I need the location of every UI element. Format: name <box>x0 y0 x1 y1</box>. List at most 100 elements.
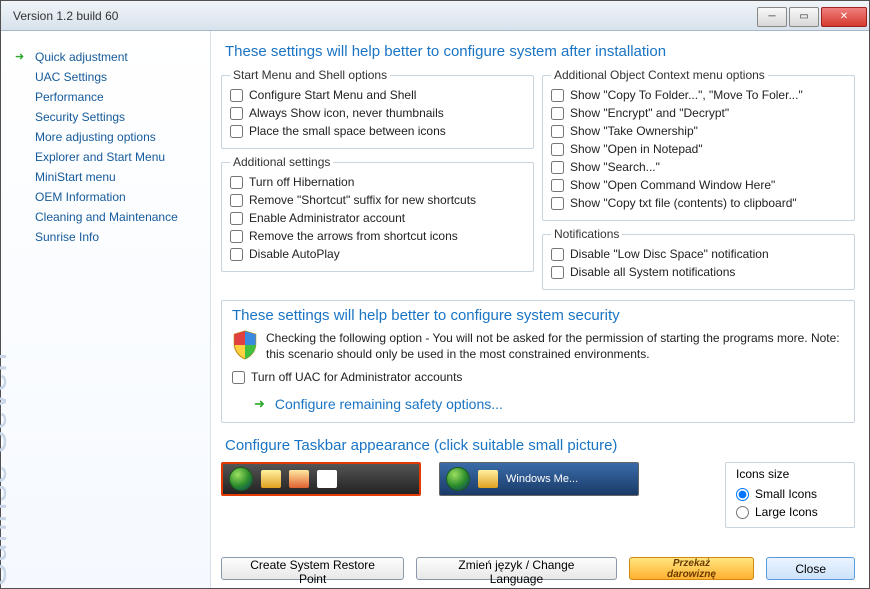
checkbox-startmenu-1[interactable]: Always Show icon, never thumbnails <box>230 104 525 122</box>
checkbox-addset-3[interactable]: Remove the arrows from shortcut icons <box>230 227 525 245</box>
window-title: Version 1.2 build 60 <box>1 9 757 23</box>
group-context-menu: Additional Object Context menu options S… <box>542 68 855 221</box>
checkbox-addset-4[interactable]: Disable AutoPlay <box>230 245 525 263</box>
checkbox-addset-4-label: Disable AutoPlay <box>249 247 340 261</box>
checkbox-uac-label: Turn off UAC for Administrator accounts <box>251 370 462 384</box>
checkbox-startmenu-0-input[interactable] <box>230 89 243 102</box>
security-info-text: Checking the following option - You will… <box>266 330 844 362</box>
sidebar-item-cleaning-and-maintenance[interactable]: Cleaning and Maintenance <box>1 207 210 227</box>
checkbox-uac[interactable]: Turn off UAC for Administrator accounts <box>232 368 844 386</box>
minimize-button[interactable]: ─ <box>757 7 787 27</box>
checkbox-ctx-6[interactable]: Show "Copy txt file (contents) to clipbo… <box>551 194 846 212</box>
group-additional-settings: Additional settings Turn off Hibernation… <box>221 155 534 272</box>
checkbox-notif-0-input[interactable] <box>551 248 564 261</box>
section-heading-taskbar: Configure Taskbar appearance (click suit… <box>225 437 851 454</box>
checkbox-addset-4-input[interactable] <box>230 248 243 261</box>
checkbox-addset-1-label: Remove "Shortcut" suffix for new shortcu… <box>249 193 476 207</box>
checkbox-ctx-3[interactable]: Show "Open in Notepad" <box>551 140 846 158</box>
radio-large-icons[interactable]: Large Icons <box>736 503 844 521</box>
checkbox-startmenu-1-label: Always Show icon, never thumbnails <box>249 106 444 120</box>
group-additional-settings-legend: Additional settings <box>230 155 333 169</box>
checkbox-ctx-4[interactable]: Show "Search..." <box>551 158 846 176</box>
sidebar-item-more-adjusting-options[interactable]: More adjusting options <box>1 127 210 147</box>
checkbox-notif-1-input[interactable] <box>551 266 564 279</box>
group-notifications-legend: Notifications <box>551 227 622 241</box>
brand-text: Sunrise Seven <box>0 352 15 586</box>
radio-large-icons-input[interactable] <box>736 506 749 519</box>
sidebar-item-security-settings[interactable]: Security Settings <box>1 107 210 127</box>
checkbox-ctx-1-label: Show "Encrypt" and "Decrypt" <box>570 106 729 120</box>
checkbox-ctx-0[interactable]: Show "Copy To Folder...", "Move To Foler… <box>551 86 846 104</box>
checkbox-ctx-0-input[interactable] <box>551 89 564 102</box>
checkbox-notif-1[interactable]: Disable all System notifications <box>551 263 846 281</box>
checkbox-addset-2-input[interactable] <box>230 212 243 225</box>
radio-small-icons[interactable]: Small Icons <box>736 485 844 503</box>
checkbox-notif-1-label: Disable all System notifications <box>570 265 735 279</box>
checkbox-ctx-2-label: Show "Take Ownership" <box>570 124 698 138</box>
configure-safety-label: Configure remaining safety options... <box>275 396 503 412</box>
taskbar-sample-icon <box>261 470 281 488</box>
change-language-button[interactable]: Zmień język / Change Language <box>416 557 616 580</box>
checkbox-ctx-3-label: Show "Open in Notepad" <box>570 142 703 156</box>
taskbar-picture-small[interactable] <box>221 462 421 496</box>
section-heading-security: These settings will help better to confi… <box>232 307 844 324</box>
checkbox-addset-0-input[interactable] <box>230 176 243 189</box>
checkbox-startmenu-1-input[interactable] <box>230 107 243 120</box>
checkbox-startmenu-2[interactable]: Place the small space between icons <box>230 122 525 140</box>
section-security: These settings will help better to confi… <box>221 300 855 423</box>
radio-large-icons-label: Large Icons <box>755 505 818 519</box>
sidebar-item-sunrise-info[interactable]: Sunrise Info <box>1 227 210 247</box>
checkbox-addset-1[interactable]: Remove "Shortcut" suffix for new shortcu… <box>230 191 525 209</box>
sidebar: Quick adjustmentUAC SettingsPerformanceS… <box>1 31 211 588</box>
sidebar-item-explorer-and-start-menu[interactable]: Explorer and Start Menu <box>1 147 210 167</box>
taskbar-picture-large[interactable]: Windows Me... <box>439 462 639 496</box>
checkbox-startmenu-2-label: Place the small space between icons <box>249 124 446 138</box>
radio-small-icons-input[interactable] <box>736 488 749 501</box>
checkbox-ctx-1-input[interactable] <box>551 107 564 120</box>
section-heading-install: These settings will help better to confi… <box>225 43 851 60</box>
sidebar-item-uac-settings[interactable]: UAC Settings <box>1 67 210 87</box>
checkbox-ctx-5-input[interactable] <box>551 179 564 192</box>
configure-safety-link[interactable]: ➜ Configure remaining safety options... <box>232 396 844 412</box>
checkbox-ctx-6-input[interactable] <box>551 197 564 210</box>
checkbox-ctx-2[interactable]: Show "Take Ownership" <box>551 122 846 140</box>
checkbox-startmenu-0[interactable]: Configure Start Menu and Shell <box>230 86 525 104</box>
checkbox-ctx-5-label: Show "Open Command Window Here" <box>570 178 775 192</box>
checkbox-addset-0[interactable]: Turn off Hibernation <box>230 173 525 191</box>
checkbox-ctx-1[interactable]: Show "Encrypt" and "Decrypt" <box>551 104 846 122</box>
arrow-right-icon: ➜ <box>254 396 265 412</box>
checkbox-ctx-2-input[interactable] <box>551 125 564 138</box>
taskbar-sample-icon <box>289 470 309 488</box>
sidebar-item-quick-adjustment[interactable]: Quick adjustment <box>1 47 210 67</box>
checkbox-addset-2[interactable]: Enable Administrator account <box>230 209 525 227</box>
checkbox-notif-0-label: Disable "Low Disc Space" notification <box>570 247 769 261</box>
donate-button[interactable]: Przekaż darowiznę <box>629 557 755 580</box>
window-close-button[interactable]: ✕ <box>821 7 867 27</box>
group-icons-size-legend: Icons size <box>736 467 844 485</box>
sidebar-item-ministart-menu[interactable]: MiniStart menu <box>1 167 210 187</box>
taskbar-sample-icon <box>317 470 337 488</box>
checkbox-startmenu-2-input[interactable] <box>230 125 243 138</box>
start-orb-icon <box>229 467 253 491</box>
checkbox-ctx-4-input[interactable] <box>551 161 564 174</box>
checkbox-addset-3-input[interactable] <box>230 230 243 243</box>
checkbox-ctx-4-label: Show "Search..." <box>570 160 660 174</box>
main-panel: These settings will help better to confi… <box>211 31 869 588</box>
checkbox-uac-input[interactable] <box>232 371 245 384</box>
group-context-menu-legend: Additional Object Context menu options <box>551 68 768 82</box>
start-orb-icon <box>446 467 470 491</box>
group-startmenu: Start Menu and Shell options Configure S… <box>221 68 534 149</box>
checkbox-ctx-0-label: Show "Copy To Folder...", "Move To Foler… <box>570 88 803 102</box>
checkbox-ctx-6-label: Show "Copy txt file (contents) to clipbo… <box>570 196 797 210</box>
sidebar-item-performance[interactable]: Performance <box>1 87 210 107</box>
checkbox-addset-1-input[interactable] <box>230 194 243 207</box>
maximize-button[interactable]: ▭ <box>789 7 819 27</box>
checkbox-ctx-5[interactable]: Show "Open Command Window Here" <box>551 176 846 194</box>
group-startmenu-legend: Start Menu and Shell options <box>230 68 390 82</box>
group-icons-size: Icons size Small Icons Large Icons <box>725 462 855 528</box>
checkbox-notif-0[interactable]: Disable "Low Disc Space" notification <box>551 245 846 263</box>
sidebar-item-oem-information[interactable]: OEM Information <box>1 187 210 207</box>
checkbox-ctx-3-input[interactable] <box>551 143 564 156</box>
create-restore-point-button[interactable]: Create System Restore Point <box>221 557 404 580</box>
close-button[interactable]: Close <box>766 557 855 580</box>
